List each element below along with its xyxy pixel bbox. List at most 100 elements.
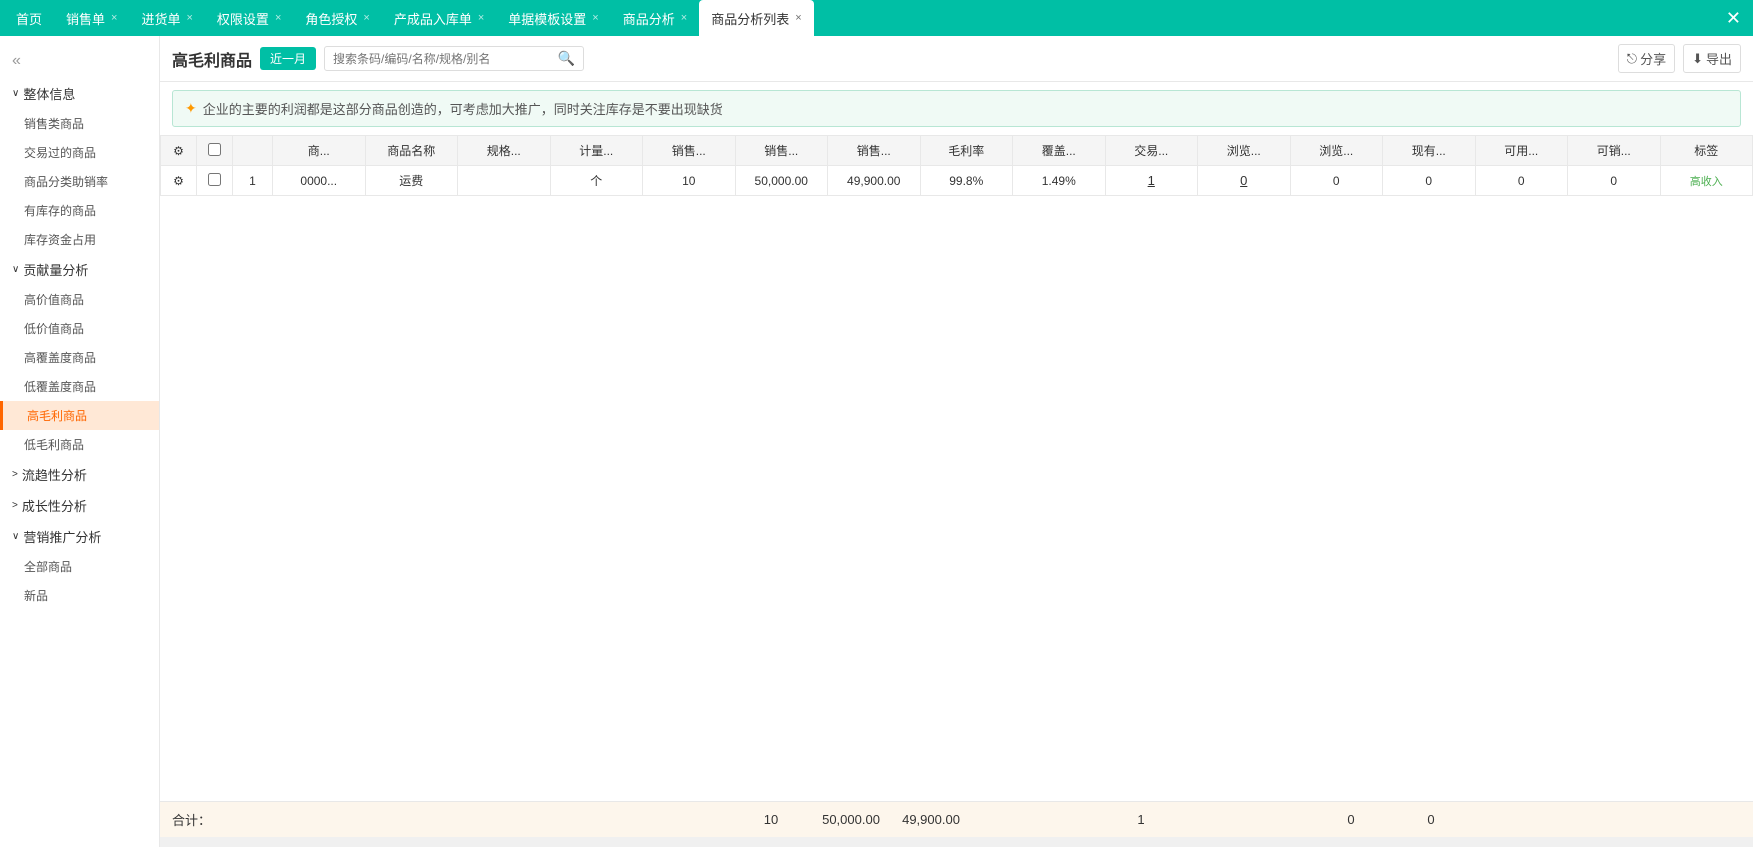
sidebar-toggle-button[interactable]: «	[8, 48, 25, 74]
tab-close-icon[interactable]: ×	[275, 12, 281, 24]
footer-trans: 1	[1101, 812, 1181, 827]
footer-stock3: 0	[1391, 812, 1471, 827]
main-area: « ∨整体信息销售类商品交易过的商品商品分类助销率有库存的商品库存资金占用∨贡献…	[0, 36, 1753, 847]
info-icon: ✦	[185, 100, 197, 117]
cell-spec	[458, 166, 551, 196]
col-header-coverage[interactable]: 覆盖...	[1013, 136, 1106, 166]
nav-tab-商品分析列表[interactable]: 商品分析列表×	[699, 0, 813, 36]
header-actions: ⎋ 分享 ⬇ 导出	[1618, 44, 1741, 73]
cell-view1: 0	[1198, 166, 1291, 196]
tab-close-icon[interactable]: ×	[363, 12, 369, 24]
col-header-salesQty[interactable]: 销售...	[643, 136, 736, 166]
nav-tab-角色授权[interactable]: 角色授权×	[293, 0, 381, 36]
view1-link[interactable]: 0	[1240, 173, 1247, 188]
col-header-unit[interactable]: 计量...	[550, 136, 643, 166]
cell-name: 运费	[365, 166, 458, 196]
export-button[interactable]: ⬇ 导出	[1683, 44, 1741, 73]
col-header-name[interactable]: 商品名称	[365, 136, 458, 166]
cell-unit: 个	[550, 166, 643, 196]
col-header-grossRate[interactable]: 毛利率	[920, 136, 1013, 166]
sidebar-item-交易过的商品[interactable]: 交易过的商品	[0, 138, 159, 167]
nav-tab-商品分析[interactable]: 商品分析×	[611, 0, 699, 36]
col-header-check	[197, 136, 233, 166]
nav-tab-进货单[interactable]: 进货单×	[129, 0, 204, 36]
footer-sales-gross: 49,900.00	[891, 812, 971, 827]
sidebar-item-高毛利商品[interactable]: 高毛利商品	[0, 401, 159, 430]
nav-tab-销售单[interactable]: 销售单×	[54, 0, 129, 36]
col-header-code[interactable]: 商...	[273, 136, 366, 166]
col-header-spec[interactable]: 规格...	[458, 136, 551, 166]
export-icon: ⬇	[1692, 51, 1703, 67]
share-icon: ⎋	[1627, 51, 1637, 67]
sidebar-item-全部商品[interactable]: 全部商品	[0, 552, 159, 581]
period-button[interactable]: 近一月	[260, 47, 316, 70]
col-header-view2[interactable]: 浏览...	[1290, 136, 1383, 166]
sidebar-item-商品分类助销率[interactable]: 商品分类助销率	[0, 167, 159, 196]
nav-tab-产成品入库单[interactable]: 产成品入库单×	[382, 0, 496, 36]
col-header-stock2[interactable]: 可用...	[1475, 136, 1568, 166]
cell-tag: 高收入	[1660, 166, 1753, 196]
cell-salesGross: 49,900.00	[828, 166, 921, 196]
nav-tab-权限设置[interactable]: 权限设置×	[205, 0, 293, 36]
cell-view2: 0	[1290, 166, 1383, 196]
tab-close-icon[interactable]: ×	[186, 12, 192, 24]
sidebar-group-贡献量分析[interactable]: ∨贡献量分析	[0, 254, 159, 285]
col-header-num	[233, 136, 273, 166]
nav-tab-首页[interactable]: 首页	[4, 0, 54, 36]
sidebar-item-低价值商品[interactable]: 低价值商品	[0, 314, 159, 343]
sidebar-item-高价值商品[interactable]: 高价值商品	[0, 285, 159, 314]
group-label: 营销推广分析	[23, 527, 101, 546]
col-header-view1[interactable]: 浏览...	[1198, 136, 1291, 166]
group-arrow-icon: >	[12, 500, 18, 511]
cell-trans: 1	[1105, 166, 1198, 196]
bottom-scrollbar[interactable]	[160, 837, 1753, 847]
col-header-trans[interactable]: 交易...	[1105, 136, 1198, 166]
sidebar-item-低覆盖度商品[interactable]: 低覆盖度商品	[0, 372, 159, 401]
group-arrow-icon: ∨	[12, 531, 19, 542]
panel-header: 高毛利商品 近一月 🔍 ⎋ 分享 ⬇ 导出	[160, 36, 1753, 82]
cell-stock3: 0	[1568, 166, 1661, 196]
cell-salesAmt: 50,000.00	[735, 166, 828, 196]
cell-salesQty: 10	[643, 166, 736, 196]
sidebar-group-流趋性分析[interactable]: >流趋性分析	[0, 459, 159, 490]
tab-close-icon[interactable]: ×	[795, 12, 801, 24]
group-label: 流趋性分析	[22, 465, 87, 484]
search-input[interactable]	[333, 52, 558, 66]
sidebar-item-新品[interactable]: 新品	[0, 581, 159, 610]
window-close-button[interactable]: ✕	[1718, 8, 1749, 29]
tab-close-icon[interactable]: ×	[111, 12, 117, 24]
col-header-settings: ⚙	[161, 136, 197, 166]
sidebar: « ∨整体信息销售类商品交易过的商品商品分类助销率有库存的商品库存资金占用∨贡献…	[0, 36, 160, 847]
tab-close-icon[interactable]: ×	[478, 12, 484, 24]
trans-link[interactable]: 1	[1148, 173, 1155, 188]
sidebar-group-营销推广分析[interactable]: ∨ 营销推广分析	[0, 521, 159, 552]
col-header-tag[interactable]: 标签	[1660, 136, 1753, 166]
sidebar-group-整体信息[interactable]: ∨整体信息	[0, 78, 159, 109]
sidebar-item-库存资金占用[interactable]: 库存资金占用	[0, 225, 159, 254]
sidebar-item-销售类商品[interactable]: 销售类商品	[0, 109, 159, 138]
table-wrapper[interactable]: ⚙商...商品名称规格...计量...销售...销售...销售...毛利率覆盖.…	[160, 135, 1753, 801]
select-all-checkbox[interactable]	[208, 143, 221, 156]
sidebar-item-低毛利商品[interactable]: 低毛利商品	[0, 430, 159, 459]
group-arrow-icon: ∨	[12, 264, 19, 275]
sidebar-group-成长性分析[interactable]: > 成长性分析	[0, 490, 159, 521]
col-header-stock3[interactable]: 可销...	[1568, 136, 1661, 166]
tab-close-icon[interactable]: ×	[592, 12, 598, 24]
cell-code: 0000...	[273, 166, 366, 196]
group-label: 整体信息	[23, 84, 75, 103]
nav-tab-单据模板设置[interactable]: 单据模板设置×	[496, 0, 610, 36]
col-header-salesGross[interactable]: 销售...	[828, 136, 921, 166]
sidebar-item-有库存的商品[interactable]: 有库存的商品	[0, 196, 159, 225]
col-header-salesAmt[interactable]: 销售...	[735, 136, 828, 166]
share-button[interactable]: ⎋ 分享	[1618, 44, 1675, 73]
group-label: 成长性分析	[22, 496, 87, 515]
row-checkbox[interactable]	[208, 173, 221, 186]
table-row[interactable]: ⚙10000...运费个1050,000.0049,900.0099.8%1.4…	[161, 166, 1753, 196]
cell-stock1: 0	[1383, 166, 1476, 196]
tab-close-icon[interactable]: ×	[681, 12, 687, 24]
search-icon[interactable]: 🔍	[558, 50, 575, 67]
sidebar-item-高覆盖度商品[interactable]: 高覆盖度商品	[0, 343, 159, 372]
cell-num: 1	[233, 166, 273, 196]
footer-stock2: 0	[1311, 812, 1391, 827]
col-header-stock1[interactable]: 现有...	[1383, 136, 1476, 166]
